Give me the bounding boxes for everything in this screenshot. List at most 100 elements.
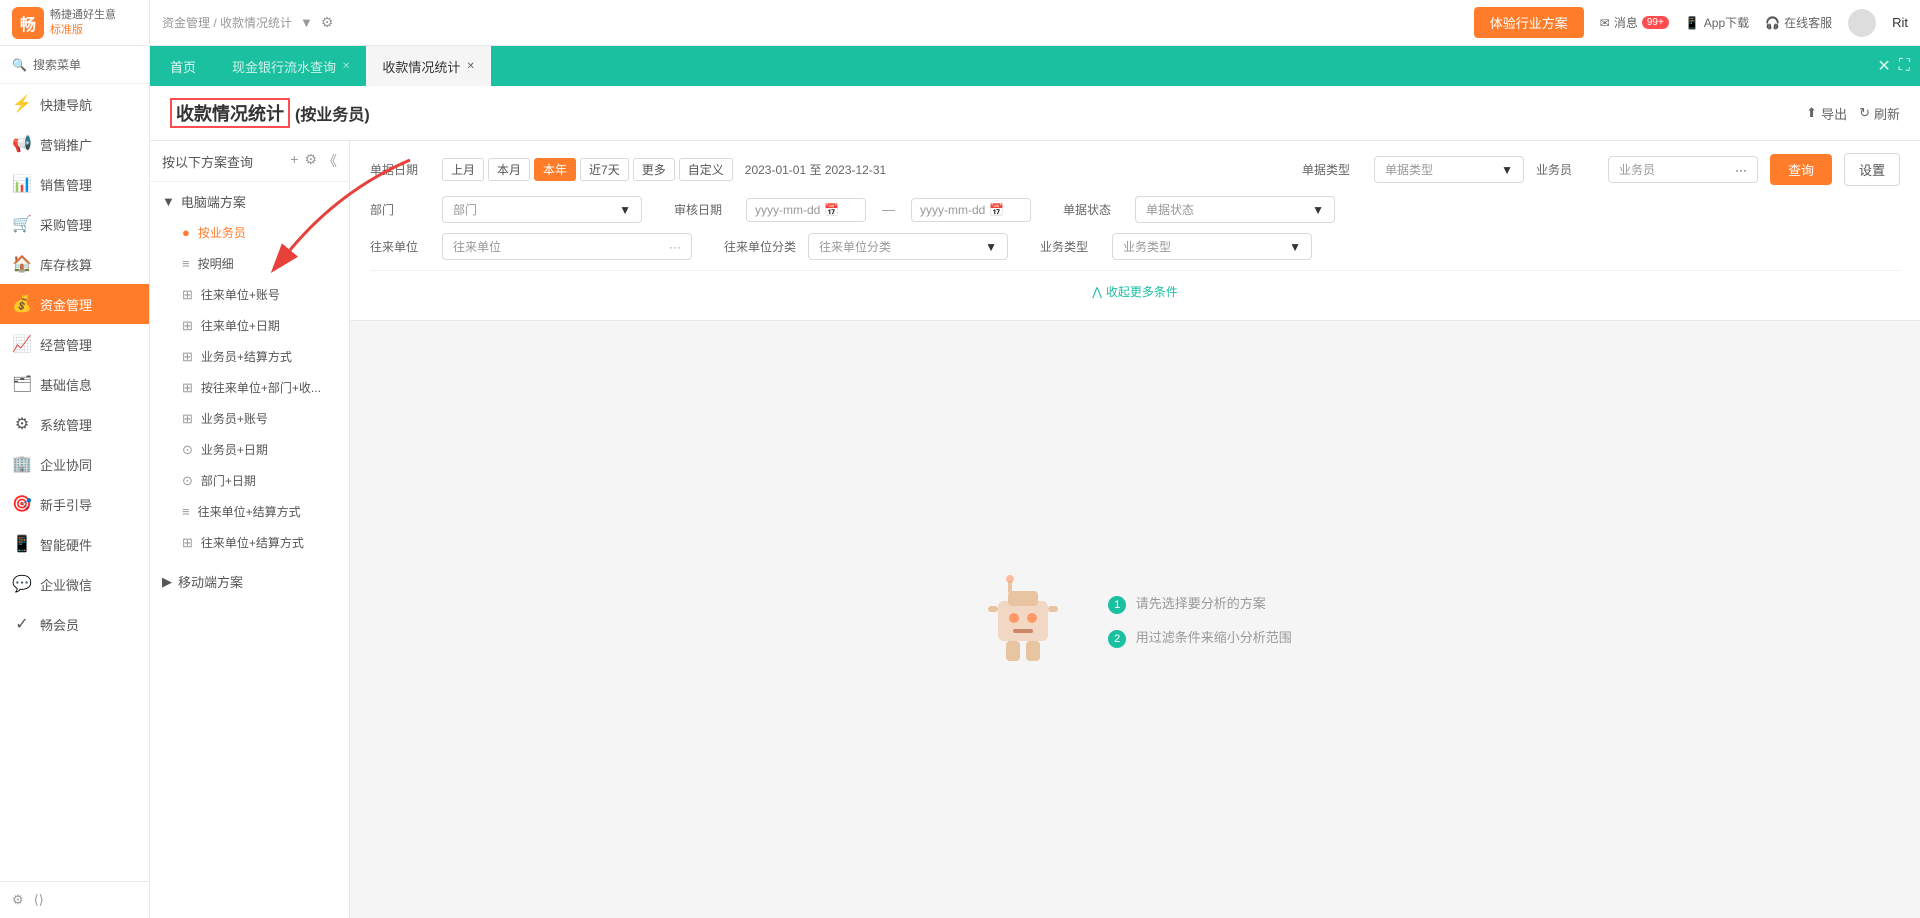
detail-scheme-icon: ≡ (182, 256, 190, 271)
sidebar-item-quicknav[interactable]: ⚡ 快捷导航 (0, 84, 149, 124)
this-year-btn[interactable]: 本年 (534, 158, 576, 181)
date-filter-label: 单据日期 (370, 161, 430, 178)
sidebar-item-hardware[interactable]: 📱 智能硬件 (0, 524, 149, 564)
sales-icon: 📊 (12, 174, 32, 194)
partner-dots: ··· (669, 240, 681, 254)
gear-settings-icon[interactable]: ⚙ (321, 14, 334, 31)
sidebar-item-guide[interactable]: 🎯 新手引导 (0, 484, 149, 524)
tabs-right-actions: ✕ ⛶ (1867, 46, 1920, 86)
hardware-icon: 📱 (12, 534, 32, 554)
settings-bottom-icon[interactable]: ⚙ (12, 892, 24, 908)
left-panel-title: 按以下方案查询 (162, 152, 253, 171)
dropdown-icon[interactable]: ▼ (300, 15, 313, 30)
receipt-stats-tab-close[interactable]: ✕ (466, 61, 474, 72)
biz-type-select[interactable]: 业务类型 ▼ (1112, 233, 1312, 260)
custom-date-btn[interactable]: 自定义 (679, 158, 733, 181)
partner-type-value: 往来单位分类 (819, 238, 891, 255)
query-btn[interactable]: 查询 (1770, 154, 1832, 185)
dept-value: 部门 (453, 201, 477, 218)
salesman-select[interactable]: 业务员 ··· (1608, 156, 1758, 183)
partner-select[interactable]: 往来单位 ··· (442, 233, 692, 260)
messages-btn[interactable]: ✉ 消息 99+ (1600, 14, 1669, 31)
user-avatar[interactable] (1848, 9, 1876, 37)
online-service-btn[interactable]: 🎧 在线客服 (1765, 14, 1832, 31)
biz-type-label: 业务类型 (1040, 238, 1100, 255)
sidebar-item-marketing[interactable]: 📢 营销推广 (0, 124, 149, 164)
scheme-salesman-date[interactable]: ⊙ 业务员+日期 (158, 434, 349, 465)
partner-type-select[interactable]: 往来单位分类 ▼ (808, 233, 1008, 260)
page-title: 收款情况统计 (按业务员) (170, 104, 370, 124)
this-month-btn[interactable]: 本月 (488, 158, 530, 181)
collapse-panel-btn[interactable]: 《 (323, 151, 337, 171)
pc-scheme-group: ▼ 电脑端方案 ● 按业务员 ≡ 按明细 ⊞ 往来单位+账号 (150, 182, 349, 562)
try-industry-btn[interactable]: 体验行业方案 (1474, 7, 1584, 38)
pc-group-toggle[interactable]: ▼ 电脑端方案 (150, 186, 349, 217)
dept-arrow: ▼ (619, 203, 631, 217)
mobile-group-toggle[interactable]: ▶ 移动端方案 (150, 566, 349, 597)
doc-type-label: 单据类型 (1302, 161, 1362, 178)
scheme-dept-date[interactable]: ⊙ 部门+日期 (158, 465, 349, 496)
export-btn[interactable]: ⬆ 导出 (1806, 104, 1847, 123)
more-date-btn[interactable]: 更多 (633, 158, 675, 181)
scheme-partner-dept[interactable]: ⊞ 按往来单位+部门+收... (158, 372, 349, 403)
basicinfo-icon: 🗂 (12, 374, 32, 394)
refresh-btn[interactable]: ↻ 刷新 (1859, 104, 1900, 123)
partner-dept-icon: ⊞ (182, 380, 193, 396)
biz-type-arrow: ▼ (1289, 240, 1301, 254)
partner-method1-icon: ≡ (182, 504, 190, 519)
add-scheme-btn[interactable]: + (290, 151, 298, 171)
last-month-btn[interactable]: 上月 (442, 158, 484, 181)
bank-flow-tab-close[interactable]: ✕ (342, 61, 350, 72)
partner-date-icon: ⊞ (182, 318, 193, 334)
sidebar-item-inventory[interactable]: 🏠 库存核算 (0, 244, 149, 284)
last-7-days-btn[interactable]: 近7天 (580, 158, 629, 181)
user-name: Rit (1892, 15, 1908, 30)
close-all-tabs-btn[interactable]: ✕ (1877, 56, 1890, 76)
sidebar-item-purchase[interactable]: 🛒 采购管理 (0, 204, 149, 244)
sidebar-item-operations[interactable]: 📈 经营管理 (0, 324, 149, 364)
scheme-salesman-method[interactable]: ⊞ 业务员+结算方式 (158, 341, 349, 372)
review-date-start[interactable]: yyyy-mm-dd 📅 (746, 198, 866, 222)
sidebar-item-finance[interactable]: 💰 资金管理 (0, 284, 149, 324)
doc-type-arrow: ▼ (1501, 163, 1513, 177)
biz-type-value: 业务类型 (1123, 238, 1171, 255)
step2-num: 2 (1108, 630, 1126, 648)
scheme-partner-method1[interactable]: ≡ 往来单位+结算方式 (158, 496, 349, 527)
maximize-btn[interactable]: ⛶ (1899, 57, 1910, 75)
scheme-partner-method2[interactable]: ⊞ 往来单位+结算方式 (158, 527, 349, 558)
partner-value: 往来单位 (453, 238, 501, 255)
sidebar-item-enterprise[interactable]: 🏢 企业协同 (0, 444, 149, 484)
scheme-partner-account[interactable]: ⊞ 往来单位+账号 (158, 279, 349, 310)
collapse-sidebar-icon[interactable]: ⟨⟩ (34, 892, 44, 908)
app-download-btn[interactable]: 📱 App下载 (1685, 14, 1749, 31)
marketing-icon: 📢 (12, 134, 32, 154)
sidebar-item-member[interactable]: ✓ 畅会员 (0, 604, 149, 644)
tab-receipt-stats[interactable]: 收款情况统计 ✕ (366, 46, 490, 86)
scheme-by-detail[interactable]: ≡ 按明细 (158, 248, 349, 279)
sidebar-item-sales[interactable]: 📊 销售管理 (0, 164, 149, 204)
tab-home[interactable]: 首页 (150, 46, 216, 86)
top-bar-right: 体验行业方案 ✉ 消息 99+ 📱 App下载 🎧 在线客服 Rit (1474, 7, 1908, 38)
scheme-settings-btn[interactable]: ⚙ (304, 151, 317, 171)
tab-bank-flow[interactable]: 现金银行流水查询 ✕ (216, 46, 366, 86)
review-date-end[interactable]: yyyy-mm-dd 📅 (911, 198, 1031, 222)
salesman-value: 业务员 (1619, 161, 1655, 178)
scheme-by-salesman[interactable]: ● 按业务员 (158, 217, 349, 248)
sidebar-item-wechat[interactable]: 💬 企业微信 (0, 564, 149, 604)
download-icon: 📱 (1685, 16, 1700, 30)
settings-btn[interactable]: 设置 (1844, 153, 1900, 186)
scheme-salesman-account[interactable]: ⊞ 业务员+账号 (158, 403, 349, 434)
dept-select[interactable]: 部门 ▼ (442, 196, 642, 223)
enterprise-icon: 🏢 (12, 454, 32, 474)
empty-state: 1 请先选择要分析的方案 2 用过滤条件来缩小分析范围 (978, 571, 1292, 671)
calendar-icon-start: 📅 (824, 203, 839, 217)
doc-status-select[interactable]: 单据状态 ▼ (1135, 196, 1335, 223)
quicknav-icon: ⚡ (12, 94, 32, 114)
sidebar-item-basic-info[interactable]: 🗂 基础信息 (0, 364, 149, 404)
sidebar-item-system[interactable]: ⚙ 系统管理 (0, 404, 149, 444)
collapse-filter-btn[interactable]: ⋀ 收起更多条件 (1084, 275, 1186, 308)
doc-type-select[interactable]: 单据类型 ▼ (1374, 156, 1524, 183)
search-menu[interactable]: 🔍 搜索菜单 (0, 46, 149, 84)
scheme-partner-date[interactable]: ⊞ 往来单位+日期 (158, 310, 349, 341)
operations-icon: 📈 (12, 334, 32, 354)
